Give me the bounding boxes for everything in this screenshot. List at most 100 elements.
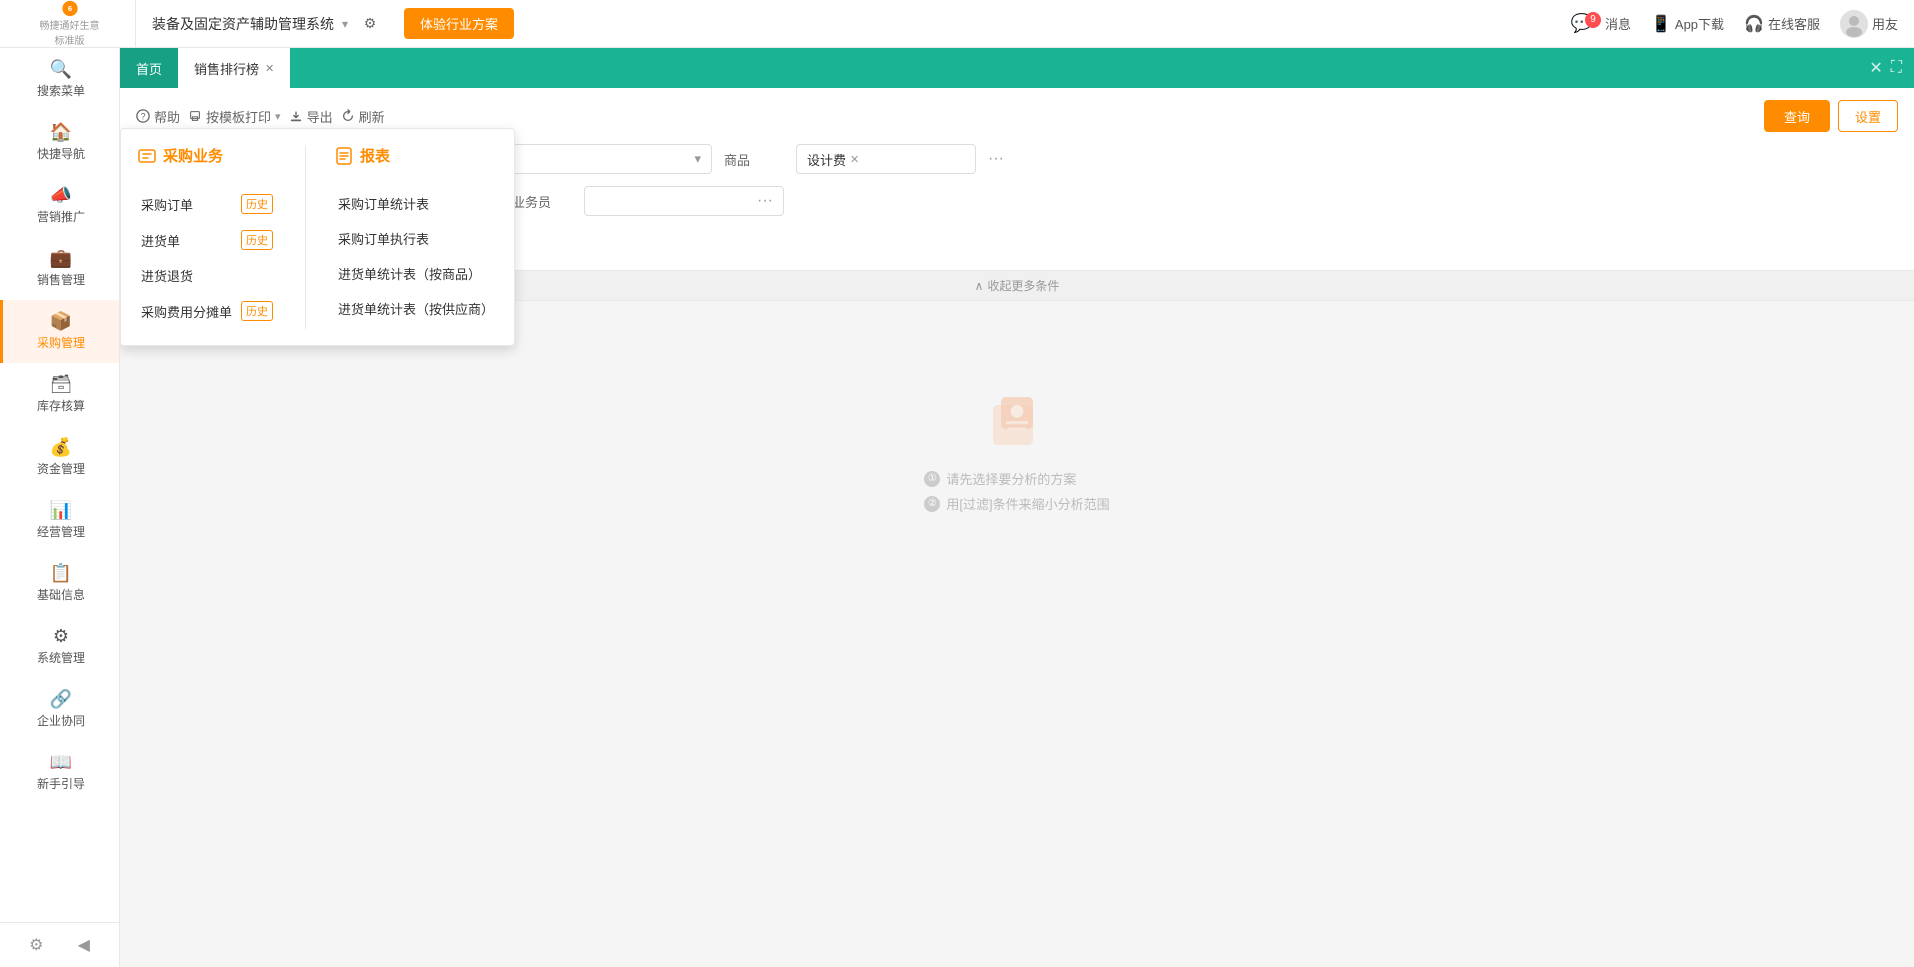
status-dropdown-icon: ▾: [694, 151, 701, 167]
system-title: 装备及固定资产辅助管理系统 ▾ ⚙ 体验行业方案: [152, 8, 1571, 39]
sales-icon: 💼: [50, 249, 72, 267]
sidebar-item-purchase[interactable]: 📦 采购管理: [0, 300, 119, 363]
sidebar-item-operation[interactable]: 📊 经营管理: [0, 489, 119, 552]
content-wrapper: ? 帮助 按模板打印 ▾ 导出: [120, 88, 1914, 593]
tab-expand-btn[interactable]: ⛶: [1891, 59, 1902, 77]
toolbar-links: ? 帮助 按模板打印 ▾ 导出: [136, 107, 385, 126]
enterprise-icon: 🔗: [50, 690, 72, 708]
sidebar-collapse-btn[interactable]: ◀: [78, 935, 90, 955]
help-link[interactable]: ? 帮助: [136, 107, 180, 126]
salesman-more-btn[interactable]: ···: [757, 192, 773, 210]
purchase-icon: 📦: [50, 312, 72, 330]
collapse-up-icon: ∧: [975, 279, 984, 293]
refresh-link[interactable]: 刷新: [341, 107, 385, 126]
avatar: [1840, 10, 1868, 38]
sidebar-item-search[interactable]: 🔍 搜索菜单: [0, 48, 119, 111]
sidebar-item-enterprise[interactable]: 🔗 企业协同: [0, 678, 119, 741]
notification-btn[interactable]: 💬 9 消息: [1571, 13, 1631, 34]
operation-icon: 📊: [50, 501, 72, 519]
svg-text:?: ?: [141, 112, 146, 122]
app-download-btn[interactable]: 📱 App下载: [1651, 14, 1724, 34]
sidebar-item-system[interactable]: ⚙ 系统管理: [0, 615, 119, 678]
content-area: 首页 销售排行榜 ✕ ✕ ⛶ ? 帮助: [120, 48, 1914, 967]
collapse-btn[interactable]: ∧ 收起更多条件: [975, 277, 1060, 294]
salesman-label: 业务员: [512, 192, 572, 211]
purchase-section-icon: [137, 146, 157, 166]
marketing-icon: 📣: [50, 186, 72, 204]
settings-icon[interactable]: ⚙: [356, 10, 384, 38]
status-filter[interactable]: ▾: [512, 144, 712, 174]
tab-close-window-btn[interactable]: ✕: [1869, 58, 1882, 78]
report-section-icon: [334, 146, 354, 166]
main-layout: 🔍 搜索菜单 🏠 快捷导航 📣 营销推广 💼 销售管理 📦 采购管理 🗃 库存核…: [0, 48, 1914, 967]
basic-icon: 📋: [50, 564, 72, 582]
system-dropdown-icon[interactable]: ▾: [342, 17, 348, 31]
menu-section-divider: [305, 145, 306, 329]
tab-home[interactable]: 首页: [120, 48, 178, 88]
sidebar-item-basic[interactable]: 📋 基础信息: [0, 552, 119, 615]
empty-hints: ① 请先选择要分析的方案 ② 用[过滤]条件来缩小分析范围: [924, 469, 1109, 513]
newbie-icon: 📖: [50, 753, 72, 771]
print-link[interactable]: 按模板打印 ▾: [188, 107, 281, 126]
tab-close-icon[interactable]: ✕: [265, 62, 274, 75]
hint-2: ② 用[过滤]条件来缩小分析范围: [924, 494, 1109, 513]
logo-brand: 畅捷通好生意: [40, 17, 100, 32]
sidebar-item-marketing[interactable]: 📣 营销推广: [0, 174, 119, 237]
sidebar-item-quick-nav[interactable]: 🏠 快捷导航: [0, 111, 119, 174]
tab-bar: 首页 销售排行榜 ✕ ✕ ⛶: [120, 48, 1914, 88]
finance-icon: 💰: [50, 438, 72, 456]
menu-item-purchase-cost[interactable]: 采购费用分摊单 历史: [137, 293, 277, 329]
user-btn[interactable]: 用友: [1840, 10, 1898, 38]
topbar: 6 畅捷通好生意 标准版 装备及固定资产辅助管理系统 ▾ ⚙ 体验行业方案 💬 …: [0, 0, 1914, 48]
empty-illustration: [977, 381, 1057, 461]
svg-text:6: 6: [67, 4, 71, 13]
goods-filter[interactable]: 设计费 ✕: [796, 144, 976, 174]
service-icon: 🎧: [1744, 14, 1764, 34]
goods-more-btn[interactable]: ···: [988, 150, 1004, 168]
salesman-filter[interactable]: ···: [584, 186, 784, 216]
search-icon: 🔍: [50, 60, 72, 78]
purchase-dropdown-menu: 采购业务 采购订单 历史 进货单 历史 进货退货: [120, 128, 515, 346]
goods-tag: 设计费 ✕: [807, 150, 859, 169]
query-btn[interactable]: 查询: [1764, 100, 1830, 132]
menu-item-purchase-order[interactable]: 采购订单 历史: [137, 186, 277, 222]
page-content: ? 帮助 按模板打印 ▾ 导出: [120, 88, 1914, 967]
menu-item-purchase-return[interactable]: 进货退货: [137, 258, 277, 293]
menu-section-purchase-title: 采购业务: [137, 145, 277, 174]
export-link[interactable]: 导出: [289, 107, 333, 126]
logo-sub: 标准版: [55, 32, 85, 47]
logo-icon: 6: [54, 0, 86, 17]
settings-btn[interactable]: 设置: [1838, 100, 1898, 132]
inventory-icon: 🗃: [50, 375, 73, 393]
industry-btn[interactable]: 体验行业方案: [404, 8, 514, 39]
menu-section-purchase: 采购业务 采购订单 历史 进货单 历史 进货退货: [137, 145, 277, 329]
goods-tag-close[interactable]: ✕: [850, 153, 859, 166]
tab-bar-actions: ✕ ⛶: [1869, 58, 1914, 78]
notification-badge: 9: [1585, 12, 1601, 28]
print-dropdown-icon[interactable]: ▾: [275, 110, 281, 123]
online-service-btn[interactable]: 🎧 在线客服: [1744, 14, 1820, 34]
action-buttons: 查询 设置: [1764, 100, 1898, 132]
purchase-in-history-badge: 历史: [241, 230, 273, 250]
sidebar-bottom: ⚙ ◀: [0, 922, 119, 967]
sidebar-item-inventory[interactable]: 🗃 库存核算: [0, 363, 119, 426]
hint-1: ① 请先选择要分析的方案: [924, 469, 1109, 488]
sidebar-item-finance[interactable]: 💰 资金管理: [0, 426, 119, 489]
menu-section-report-title: 报表: [334, 145, 498, 174]
menu-item-report-3[interactable]: 进货单统计表（按商品）: [334, 256, 498, 291]
menu-item-report-2[interactable]: 采购订单执行表: [334, 221, 498, 256]
menu-item-report-4[interactable]: 进货单统计表（按供应商）: [334, 291, 498, 326]
home-icon: 🏠: [50, 123, 72, 141]
sidebar-settings-btn[interactable]: ⚙: [29, 935, 43, 955]
tab-sales-rank[interactable]: 销售排行榜 ✕: [178, 48, 290, 88]
topbar-right: 💬 9 消息 📱 App下载 🎧 在线客服 用友: [1571, 10, 1898, 38]
sidebar-item-newbie[interactable]: 📖 新手引导: [0, 741, 119, 804]
sidebar-item-sales[interactable]: 💼 销售管理: [0, 237, 119, 300]
sidebar: 🔍 搜索菜单 🏠 快捷导航 📣 营销推广 💼 销售管理 📦 采购管理 🗃 库存核…: [0, 48, 120, 967]
phone-icon: 📱: [1651, 14, 1671, 34]
goods-label: 商品: [724, 150, 784, 169]
menu-item-purchase-in[interactable]: 进货单 历史: [137, 222, 277, 258]
menu-item-report-1[interactable]: 采购订单统计表: [334, 186, 498, 221]
logo-area: 6 畅捷通好生意 标准版: [16, 0, 136, 47]
purchase-cost-history-badge: 历史: [241, 301, 273, 321]
